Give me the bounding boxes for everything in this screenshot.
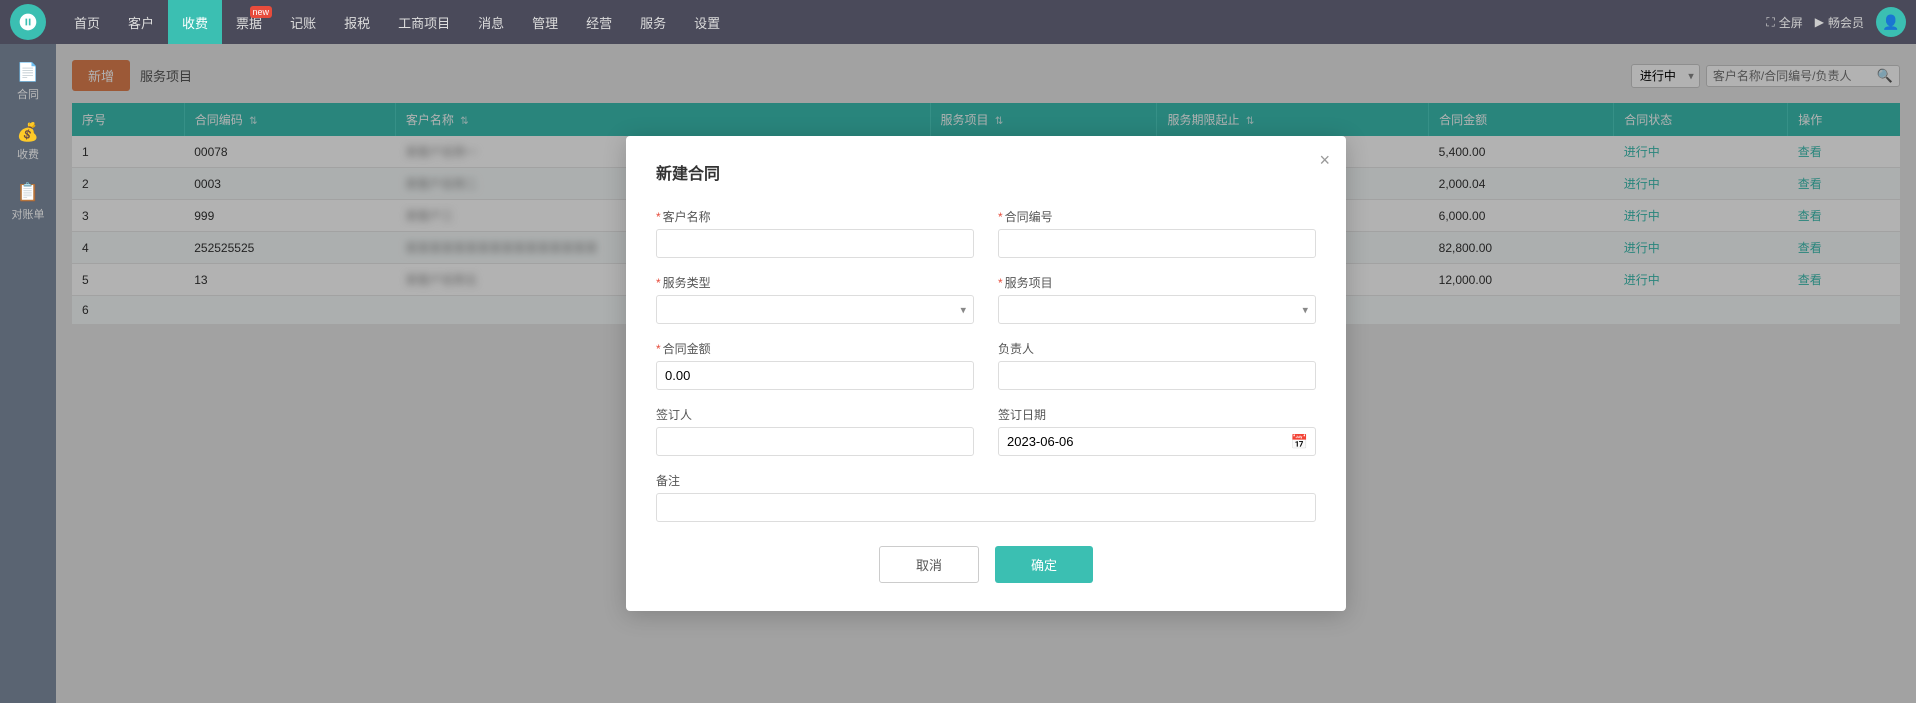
sidebar-billing-label: 收费 [17, 146, 39, 162]
main-layout: 📄 合同 💰 收费 📋 对账单 新增 服务项目 进行中 已结束 全部 [0, 44, 1916, 703]
nav-home[interactable]: 首页 [60, 0, 114, 44]
notes-input[interactable] [656, 493, 1316, 522]
responsible-input[interactable] [998, 361, 1316, 390]
field-signer: 签订人 [656, 406, 974, 456]
fullscreen-icon: ⛶ [1766, 15, 1774, 30]
modal-form: *客户名称 *合同编号 *服务类型 [656, 208, 1316, 522]
nav-client[interactable]: 客户 [114, 0, 168, 44]
avatar-icon: 👤 [1882, 14, 1899, 31]
sidebar-item-statement[interactable]: 📋 对账单 [0, 174, 56, 230]
field-notes: 备注 [656, 472, 1316, 522]
modal-overlay: 新建合同 × *客户名称 *合同编号 [56, 44, 1916, 703]
sidebar-item-contract[interactable]: 📄 合同 [0, 54, 56, 110]
sidebar: 📄 合同 💰 收费 📋 对账单 [0, 44, 56, 703]
contract-icon: 📄 [17, 62, 39, 83]
app-logo [10, 4, 46, 40]
nav-settings[interactable]: 设置 [680, 0, 734, 44]
fullscreen-label: 全屏 [1779, 14, 1803, 31]
sign-date-wrap: 📅 [998, 427, 1316, 456]
contract-no-label: *合同编号 [998, 208, 1316, 225]
modal-close-button[interactable]: × [1319, 150, 1330, 171]
nav-billing[interactable]: 收费 [168, 0, 222, 44]
field-contract-no: *合同编号 [998, 208, 1316, 258]
field-service-type: *服务类型 [656, 274, 974, 324]
nav-tax[interactable]: 报税 [330, 0, 384, 44]
service-type-select[interactable] [656, 295, 974, 324]
sign-date-input[interactable] [998, 427, 1316, 456]
top-nav: 首页 客户 收费 票据 new 记账 报税 工商项目 消息 管理 经营 服务 设… [0, 0, 1916, 44]
nav-items: 首页 客户 收费 票据 new 记账 报税 工商项目 消息 管理 经营 服务 设… [60, 0, 1766, 44]
notes-label: 备注 [656, 472, 1316, 489]
new-contract-modal: 新建合同 × *客户名称 *合同编号 [626, 136, 1346, 611]
customer-name-label: *客户名称 [656, 208, 974, 225]
sidebar-statement-label: 对账单 [12, 206, 45, 222]
new-badge: new [250, 6, 273, 18]
service-type-label: *服务类型 [656, 274, 974, 291]
field-responsible: 负责人 [998, 340, 1316, 390]
sidebar-item-billing[interactable]: 💰 收费 [0, 114, 56, 170]
modal-footer: 取消 确定 [656, 546, 1316, 583]
main-content: 新增 服务项目 进行中 已结束 全部 🔍 序 [56, 44, 1916, 703]
sidebar-contract-label: 合同 [17, 86, 39, 102]
service-item-select[interactable] [998, 295, 1316, 324]
fullscreen-button[interactable]: ⛶ 全屏 [1766, 14, 1802, 31]
amount-input[interactable] [656, 361, 974, 390]
amount-label: *合同金额 [656, 340, 974, 357]
nav-right: ⛶ 全屏 ▶ 畅会员 👤 [1766, 7, 1906, 37]
field-customer-name: *客户名称 [656, 208, 974, 258]
sign-date-label: 签订日期 [998, 406, 1316, 423]
contract-no-input[interactable] [998, 229, 1316, 258]
service-item-label: *服务项目 [998, 274, 1316, 291]
play-icon: ▶ [1815, 15, 1824, 29]
nav-invoice[interactable]: 票据 new [222, 0, 276, 44]
billing-icon: 💰 [17, 122, 39, 143]
responsible-label: 负责人 [998, 340, 1316, 357]
customer-name-input[interactable] [656, 229, 974, 258]
vip-label: 畅会员 [1828, 14, 1864, 31]
nav-messages[interactable]: 消息 [464, 0, 518, 44]
nav-business[interactable]: 工商项目 [384, 0, 464, 44]
field-sign-date: 签订日期 📅 [998, 406, 1316, 456]
nav-manage[interactable]: 管理 [518, 0, 572, 44]
field-service-item: *服务项目 [998, 274, 1316, 324]
nav-operation[interactable]: 经营 [572, 0, 626, 44]
cancel-button[interactable]: 取消 [879, 546, 979, 583]
nav-service[interactable]: 服务 [626, 0, 680, 44]
signer-input[interactable] [656, 427, 974, 456]
nav-bookkeeping[interactable]: 记账 [276, 0, 330, 44]
user-avatar[interactable]: 👤 [1876, 7, 1906, 37]
service-type-select-wrap [656, 295, 974, 324]
vip-button[interactable]: ▶ 畅会员 [1815, 14, 1864, 31]
signer-label: 签订人 [656, 406, 974, 423]
service-item-select-wrap [998, 295, 1316, 324]
field-amount: *合同金额 [656, 340, 974, 390]
confirm-button[interactable]: 确定 [995, 546, 1093, 583]
modal-title: 新建合同 [656, 160, 1316, 184]
statement-icon: 📋 [17, 182, 39, 203]
